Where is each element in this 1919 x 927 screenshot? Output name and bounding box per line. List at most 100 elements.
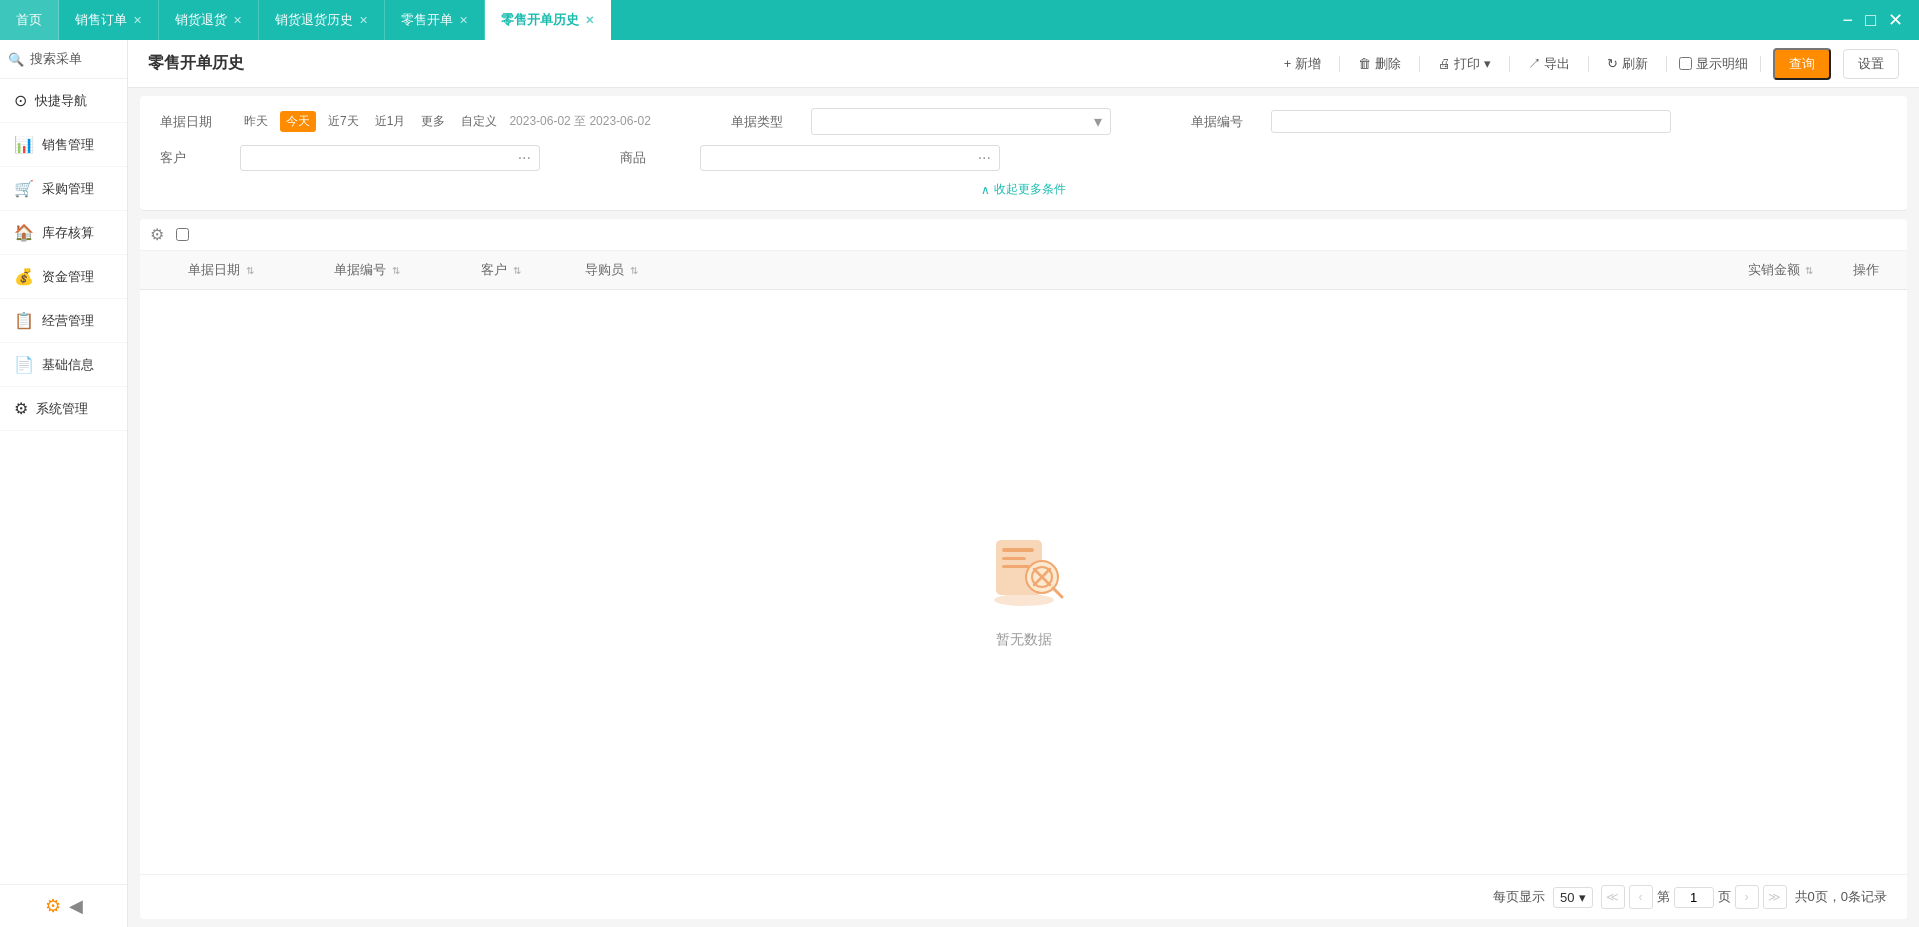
close-tab-sales-return[interactable]: ✕ [233,14,242,27]
date-custom[interactable]: 自定义 [457,111,501,132]
divider-5 [1666,56,1667,72]
operations-icon: 📋 [14,311,34,330]
filter-collapse-btn[interactable]: ∧ 收起更多条件 [160,181,1887,198]
goods-dots-icon[interactable]: ··· [978,149,991,167]
sidebar-settings-icon[interactable]: ⚙ [45,895,61,917]
date-7days[interactable]: 近7天 [324,111,363,132]
goods-input[interactable] [709,151,974,166]
tab-home[interactable]: 首页 [0,0,59,40]
svg-line-9 [1053,588,1062,597]
doc-type-label: 单据类型 [731,113,791,131]
delete-button[interactable]: 🗑 删除 [1352,51,1407,77]
window-maximize[interactable]: □ [1865,10,1876,31]
date-range-display: 2023-06-02 至 2023-06-02 [509,113,650,130]
date-yesterday[interactable]: 昨天 [240,111,272,132]
chevron-down-icon: ▾ [1094,112,1102,131]
doc-no-input-group[interactable] [1271,110,1671,133]
customer-input-group[interactable]: ··· [240,145,540,171]
last-page-btn[interactable]: ≫ [1763,885,1787,909]
svg-rect-2 [1002,548,1034,552]
divider-4 [1588,56,1589,72]
goods-input-group[interactable]: ··· [700,145,1000,171]
customer-input[interactable] [249,151,514,166]
settings-button[interactable]: 设置 [1843,49,1899,79]
window-controls: − □ ✕ [1827,9,1919,31]
customer-label: 客户 [160,149,220,167]
sidebar-item-inventory[interactable]: 🏠 库存核算 [0,211,127,255]
empty-illustration [974,515,1074,615]
content-area: 零售开单历史 + 新增 🗑 删除 🖨 打印 ▾ ↗ 导出 [128,40,1919,927]
empty-state: 暂无数据 [140,290,1907,874]
sidebar-search[interactable]: 🔍 搜索采单 [0,40,127,79]
sidebar-item-quick-nav[interactable]: ⊙ 快捷导航 [0,79,127,123]
sidebar-item-purchase-mgmt[interactable]: 🛒 采购管理 [0,167,127,211]
sys-mgmt-icon: ⚙ [14,399,28,418]
print-button[interactable]: 🖨 打印 ▾ [1432,51,1497,77]
page-header: 零售开单历史 + 新增 🗑 删除 🖨 打印 ▾ ↗ 导出 [128,40,1919,88]
sidebar: 🔍 搜索采单 ⊙ 快捷导航 📊 销售管理 🛒 采购管理 🏠 库存核算 💰 资金管… [0,40,128,927]
sidebar-collapse-icon[interactable]: ◀ [69,895,83,917]
tab-retail-open[interactable]: 零售开单 ✕ [385,0,485,40]
page-number-input[interactable] [1674,887,1714,908]
purchase-icon: 🛒 [14,179,34,198]
doc-type-select[interactable]: ▾ [811,108,1111,135]
tab-retail-history[interactable]: 零售开单历史 ✕ [485,0,611,40]
svg-rect-4 [1002,565,1030,568]
th-amount[interactable]: 实销金额 ⇅ [1679,251,1825,290]
page-size-select[interactable]: 50 ▾ [1553,887,1592,908]
close-tab-sales-order[interactable]: ✕ [133,14,142,27]
tab-sales-return[interactable]: 销货退货 ✕ [159,0,259,40]
export-button[interactable]: ↗ 导出 [1522,51,1577,77]
customer-dots-icon[interactable]: ··· [518,149,531,167]
sidebar-item-finance[interactable]: 💰 资金管理 [0,255,127,299]
add-button[interactable]: + 新增 [1278,51,1327,77]
tab-bar: 首页 销售订单 ✕ 销货退货 ✕ 销货退货历史 ✕ 零售开单 ✕ 零售开单历史 … [0,0,1827,40]
date-more[interactable]: 更多 [417,111,449,132]
next-page-btn[interactable]: › [1735,885,1759,909]
th-checkbox [140,251,176,290]
page-title: 零售开单历史 [148,53,244,74]
svg-rect-3 [1002,557,1026,560]
top-bar: 首页 销售订单 ✕ 销货退货 ✕ 销货退货历史 ✕ 零售开单 ✕ 零售开单历史 … [0,0,1919,40]
svg-point-0 [994,594,1054,606]
inventory-icon: 🏠 [14,223,34,242]
date-quick-buttons: 昨天 今天 近7天 近1月 更多 自定义 2023-06-02 至 2023-0… [240,111,651,132]
doc-no-label: 单据编号 [1191,113,1251,131]
th-date[interactable]: 单据日期 ⇅ [176,251,322,290]
th-ops: 操作 [1825,251,1907,290]
prev-page-btn[interactable]: ‹ [1629,885,1653,909]
date-today[interactable]: 今天 [280,111,316,132]
tab-sales-return-history[interactable]: 销货退货历史 ✕ [259,0,385,40]
query-button[interactable]: 查询 [1773,48,1831,80]
sidebar-item-operations[interactable]: 📋 经营管理 [0,299,127,343]
first-page-btn[interactable]: ≪ [1601,885,1625,909]
window-close[interactable]: ✕ [1888,9,1903,31]
select-all-checkbox[interactable] [176,228,189,241]
th-no[interactable]: 单据编号 ⇅ [322,251,468,290]
collapse-chevron-icon: ∧ [981,183,990,197]
close-tab-sales-return-history[interactable]: ✕ [359,14,368,27]
date-1month[interactable]: 近1月 [371,111,410,132]
tab-sales-order[interactable]: 销售订单 ✕ [59,0,159,40]
sidebar-item-sys-mgmt[interactable]: ⚙ 系统管理 [0,387,127,431]
sidebar-item-base-info[interactable]: 📄 基础信息 [0,343,127,387]
show-detail-checkbox[interactable] [1679,57,1692,70]
show-detail-checkbox-label[interactable]: 显示明细 [1679,55,1748,73]
sort-salesperson-icon: ⇅ [630,265,638,276]
divider-2 [1419,56,1420,72]
filter-area: 单据日期 昨天 今天 近7天 近1月 更多 自定义 2023-06-02 至 2… [140,96,1907,211]
filter-row-2: 客户 ··· 商品 ··· [160,145,1887,171]
close-tab-retail-history[interactable]: ✕ [585,14,594,27]
sidebar-item-sales-mgmt[interactable]: 📊 销售管理 [0,123,127,167]
sort-amount-icon: ⇅ [1805,265,1813,276]
filter-row-1: 单据日期 昨天 今天 近7天 近1月 更多 自定义 2023-06-02 至 2… [160,108,1887,135]
doc-no-input[interactable] [1280,114,1662,129]
empty-text: 暂无数据 [996,631,1052,649]
table-settings-icon[interactable]: ⚙ [150,225,164,244]
th-salesperson[interactable]: 导购员 ⇅ [573,251,698,290]
window-minimize[interactable]: − [1843,10,1854,31]
refresh-button[interactable]: ↻ 刷新 [1601,51,1654,77]
divider-6 [1760,56,1761,72]
th-customer[interactable]: 客户 ⇅ [469,251,573,290]
close-tab-retail-open[interactable]: ✕ [459,14,468,27]
